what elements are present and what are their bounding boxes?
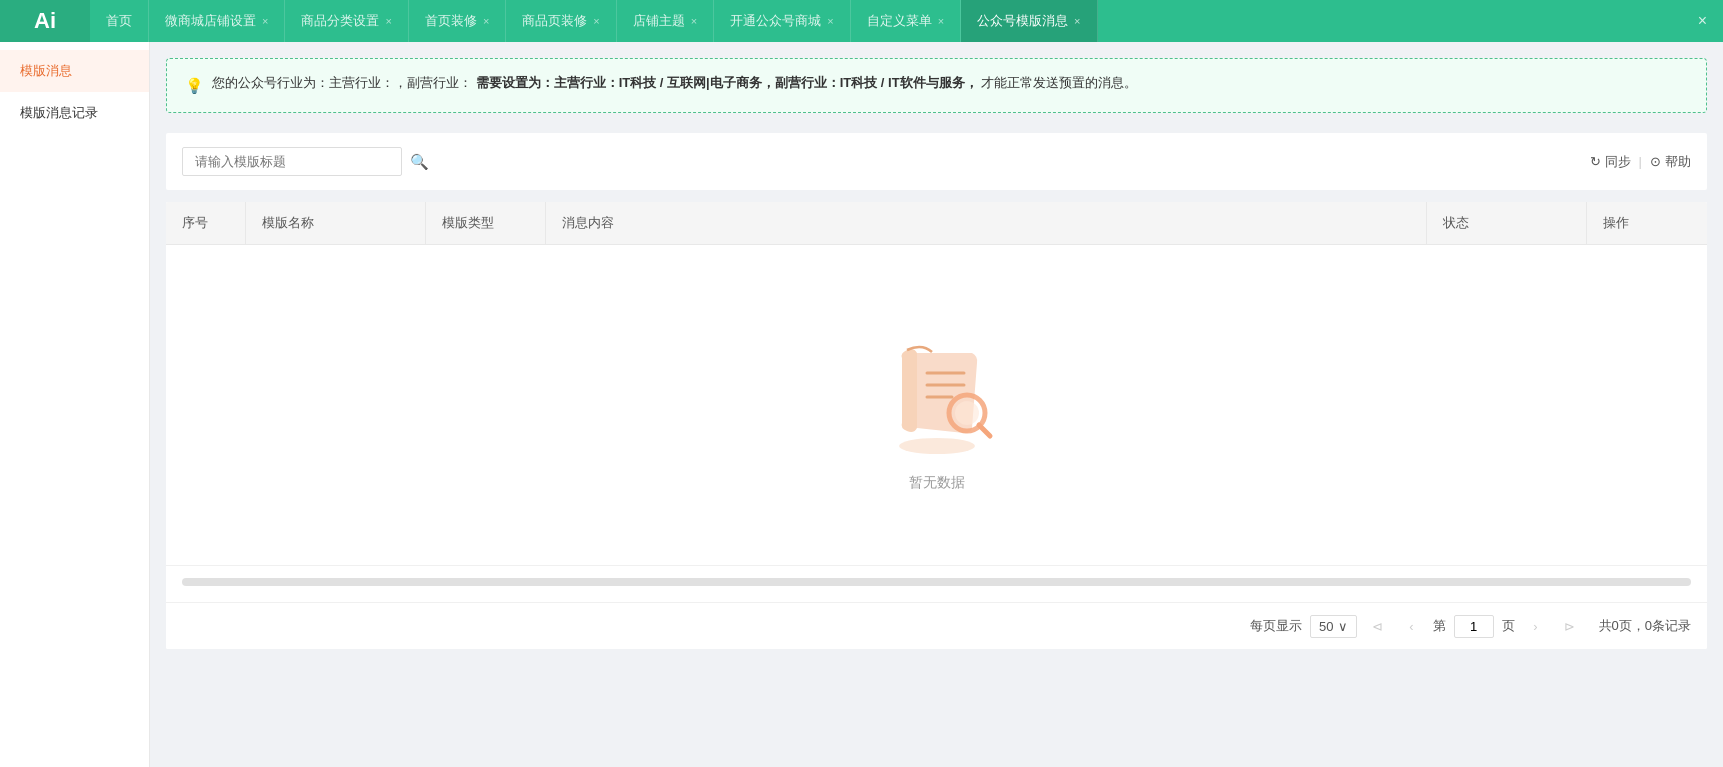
- brand-logo: Ai: [0, 0, 90, 42]
- page-size-select[interactable]: 50 ∨: [1310, 615, 1356, 638]
- help-button[interactable]: ⊙ 帮助: [1650, 153, 1691, 171]
- nav-tab-close-8[interactable]: ×: [1074, 16, 1080, 27]
- first-page-button[interactable]: ⊲: [1365, 613, 1391, 639]
- table-header-0: 序号: [166, 202, 246, 244]
- nav-tabs: 首页微商城店铺设置×商品分类设置×首页装修×商品页装修×店铺主题×开通公众号商城…: [90, 0, 1682, 42]
- horizontal-scrollbar[interactable]: [182, 578, 1691, 586]
- nav-tab-close-6[interactable]: ×: [827, 16, 833, 27]
- page-unit: 页: [1502, 617, 1515, 635]
- nav-tab-close-2[interactable]: ×: [385, 16, 391, 27]
- sidebar: 模版消息模版消息记录: [0, 42, 150, 767]
- global-close-button[interactable]: ×: [1682, 12, 1723, 30]
- svg-point-0: [899, 438, 975, 454]
- total-info: 共0页，0条记录: [1599, 617, 1691, 635]
- bulb-icon: 💡: [185, 74, 204, 98]
- table-header-4: 状态: [1427, 202, 1587, 244]
- nav-tab-1[interactable]: 微商城店铺设置×: [149, 0, 285, 42]
- empty-icon: [872, 338, 1002, 458]
- notice-text: 您的公众号行业为：主营行业：，副营行业： 需要设置为：主营行业：IT科技 / 互…: [212, 73, 1137, 94]
- table-header-2: 模版类型: [426, 202, 546, 244]
- search-input[interactable]: [182, 147, 402, 176]
- prev-page-button[interactable]: ‹: [1399, 613, 1425, 639]
- content-area: 💡 您的公众号行业为：主营行业：，副营行业： 需要设置为：主营行业：IT科技 /…: [150, 42, 1723, 767]
- nav-tab-close-7[interactable]: ×: [938, 16, 944, 27]
- sidebar-item-1[interactable]: 模版消息记录: [0, 92, 149, 134]
- page-text: 第: [1433, 617, 1446, 635]
- table-header: 序号模版名称模版类型消息内容状态操作: [166, 202, 1707, 245]
- search-button[interactable]: 🔍: [410, 153, 429, 171]
- nav-tab-5[interactable]: 店铺主题×: [617, 0, 714, 42]
- nav-tab-2[interactable]: 商品分类设置×: [285, 0, 408, 42]
- sidebar-item-0[interactable]: 模版消息: [0, 50, 149, 92]
- empty-state: 暂无数据: [166, 245, 1707, 565]
- scrollbar-area: [166, 565, 1707, 602]
- top-navigation: Ai 首页微商城店铺设置×商品分类设置×首页装修×商品页装修×店铺主题×开通公众…: [0, 0, 1723, 42]
- nav-tab-close-1[interactable]: ×: [262, 16, 268, 27]
- nav-tab-0[interactable]: 首页: [90, 0, 149, 42]
- notice-box: 💡 您的公众号行业为：主营行业：，副营行业： 需要设置为：主营行业：IT科技 /…: [166, 58, 1707, 113]
- nav-tab-3[interactable]: 首页装修×: [409, 0, 506, 42]
- table-container: 序号模版名称模版类型消息内容状态操作: [166, 202, 1707, 649]
- sync-icon: ↻: [1590, 154, 1601, 169]
- svg-line-6: [979, 425, 990, 436]
- table-header-5: 操作: [1587, 202, 1707, 244]
- main-layout: 模版消息模版消息记录 💡 您的公众号行业为：主营行业：，副营行业： 需要设置为：…: [0, 42, 1723, 767]
- notice-highlight: 需要设置为：主营行业：IT科技 / 互联网|电子商务，副营行业：IT科技 / I…: [476, 75, 978, 90]
- nav-tab-close-3[interactable]: ×: [483, 16, 489, 27]
- nav-tab-close-5[interactable]: ×: [691, 16, 697, 27]
- pagination: 每页显示 50 ∨ ⊲ ‹ 第 页 › ⊳ 共0页，0条记录: [166, 602, 1707, 649]
- page-size-value: 50: [1319, 619, 1333, 634]
- search-right: ↻ 同步 | ⊙ 帮助: [1590, 153, 1691, 171]
- empty-text: 暂无数据: [909, 474, 965, 492]
- last-page-button[interactable]: ⊳: [1557, 613, 1583, 639]
- table-header-3: 消息内容: [546, 202, 1427, 244]
- next-page-button[interactable]: ›: [1523, 613, 1549, 639]
- nav-tab-7[interactable]: 自定义菜单×: [851, 0, 961, 42]
- help-icon: ⊙: [1650, 154, 1661, 169]
- chevron-down-icon: ∨: [1338, 619, 1348, 634]
- page-size-label: 每页显示: [1250, 617, 1302, 635]
- nav-tab-6[interactable]: 开通公众号商城×: [714, 0, 850, 42]
- page-number-input[interactable]: [1454, 615, 1494, 638]
- nav-tab-8[interactable]: 公众号模版消息×: [961, 0, 1097, 42]
- search-left: 🔍: [182, 147, 429, 176]
- svg-point-5: [955, 401, 979, 425]
- table-header-1: 模版名称: [246, 202, 426, 244]
- nav-tab-close-4[interactable]: ×: [593, 16, 599, 27]
- sync-button[interactable]: ↻ 同步: [1590, 153, 1631, 171]
- nav-tab-4[interactable]: 商品页装修×: [506, 0, 616, 42]
- divider: |: [1639, 154, 1642, 169]
- search-bar: 🔍 ↻ 同步 | ⊙ 帮助: [166, 133, 1707, 190]
